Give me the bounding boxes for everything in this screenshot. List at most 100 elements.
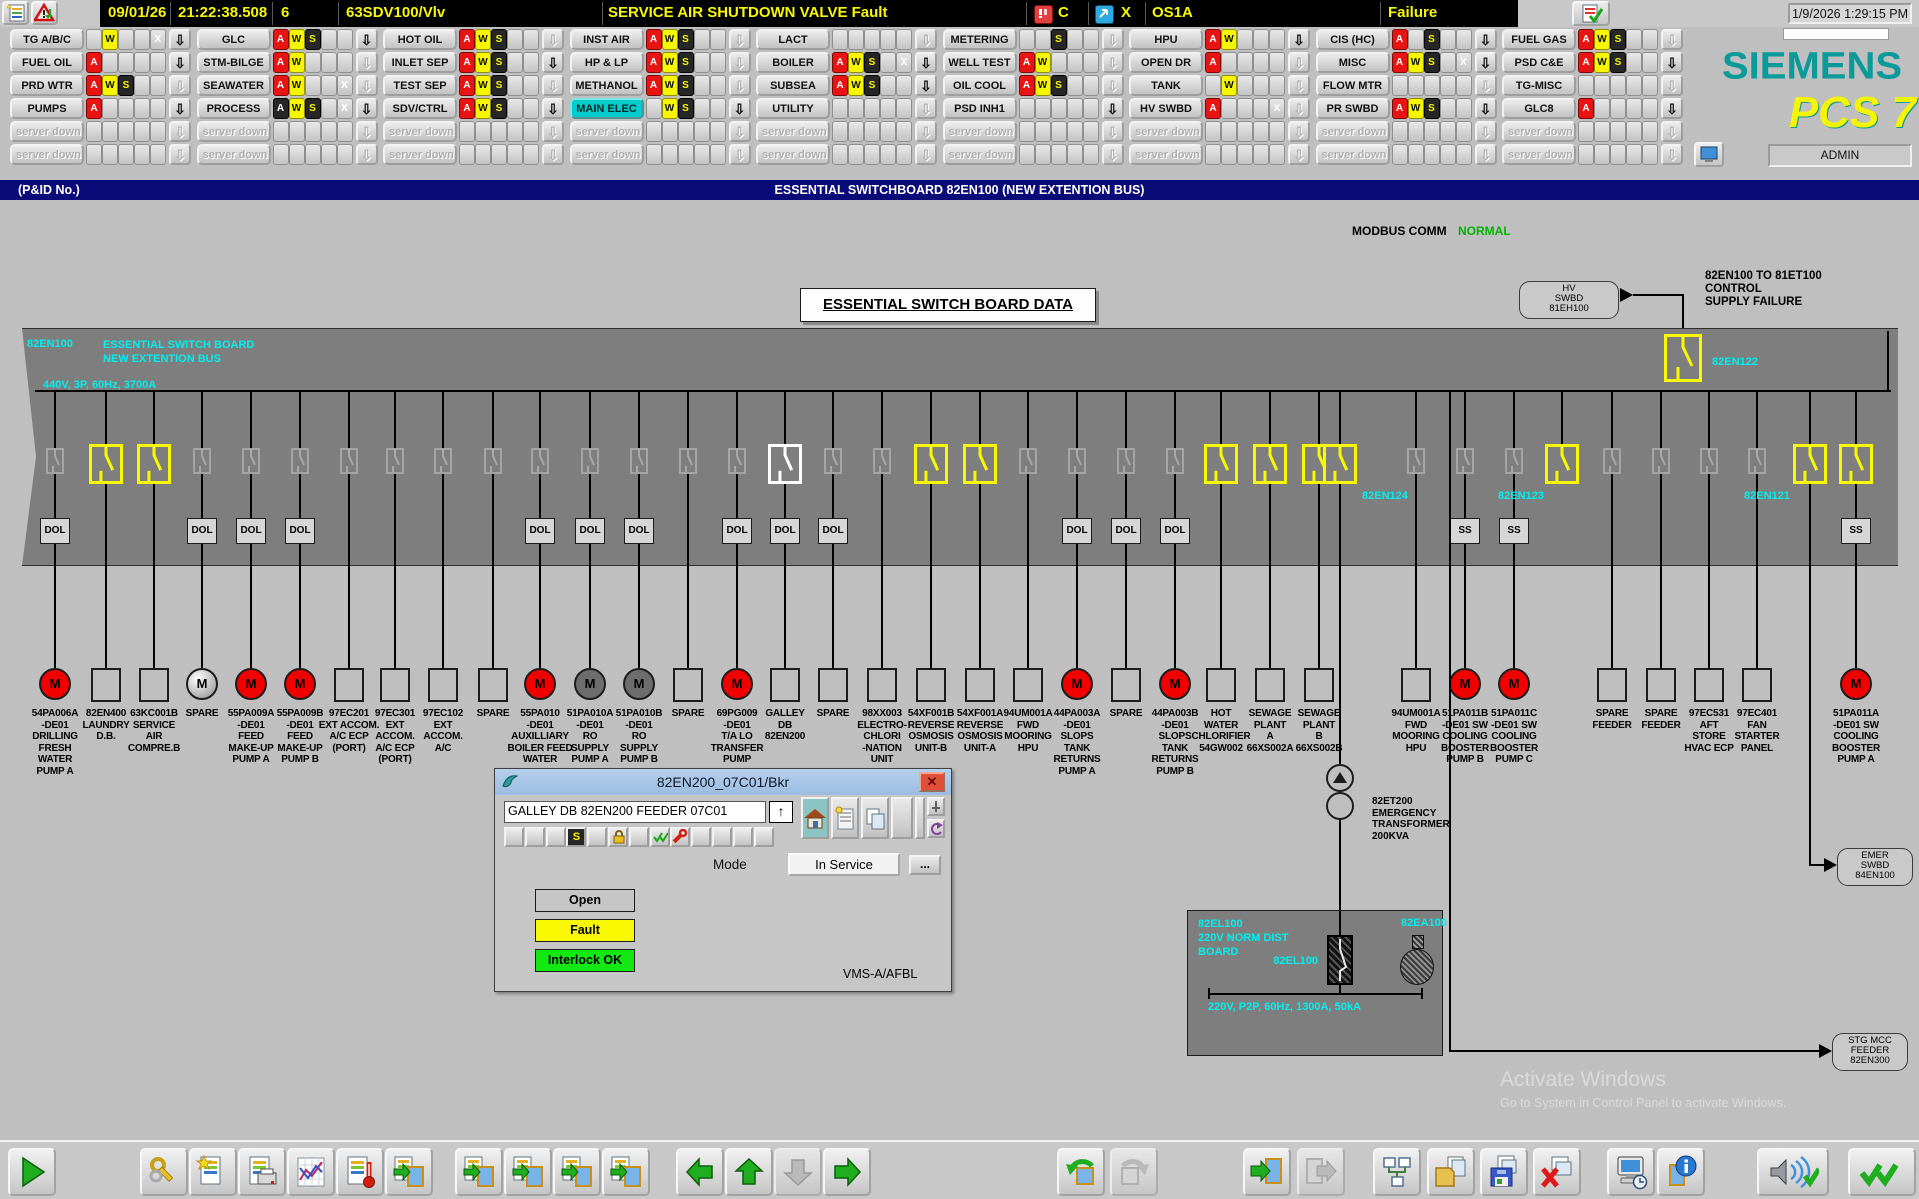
run-button[interactable] [8,1148,56,1196]
feeder-breaker-19[interactable] [914,444,948,484]
computer-clock-button[interactable] [1607,1148,1655,1196]
feeder-breaker-26[interactable] [1253,444,1287,484]
copy-view-button[interactable] [861,797,889,839]
goto-picture-arrow-button[interactable]: ⇩ [1288,98,1310,119]
starter-dol[interactable]: DOL [40,518,70,544]
goto-picture-arrow-button[interactable]: ⇩ [728,52,751,73]
grid-label-stm-bilge[interactable]: STM-BILGE [196,52,271,73]
goto-picture-arrow-button[interactable]: ⇩ [915,52,937,73]
feeder-box-symbol[interactable] [916,668,946,702]
goto-picture-arrow-button[interactable]: ⇩ [542,29,564,50]
grid-label-server-down-4-6[interactable]: server down [1129,121,1203,142]
grid-label-tank[interactable]: TANK [1129,75,1203,96]
motor-symbol[interactable]: M [235,668,267,700]
alarm-message-line[interactable]: 09/01/26 21:22:38.508 6 63SDV100/Vlv SER… [100,0,1518,27]
pic-nav-3-button[interactable] [504,1148,552,1196]
home-view-button[interactable] [801,797,829,839]
goto-picture-arrow-button[interactable]: ⇩ [728,98,751,119]
save-button[interactable] [1480,1148,1528,1196]
goto-picture-arrow-button[interactable]: ⇩ [1661,98,1683,119]
goto-picture-arrow-button[interactable]: ⇩ [1288,52,1310,73]
pic-nav-5-button[interactable] [602,1148,650,1196]
motor-symbol[interactable]: M [1061,668,1093,700]
goto-picture-arrow-button[interactable]: ⇩ [1288,29,1310,50]
goto-picture-arrow-button[interactable]: ⇩ [1474,29,1497,50]
grid-label-utility[interactable]: UTILITY [756,98,830,119]
grid-label-methanol[interactable]: METHANOL [569,75,644,96]
pic-nav-2-button[interactable] [455,1148,503,1196]
pin-button[interactable] [927,797,945,816]
starter-dol[interactable]: DOL [1111,518,1141,544]
motor-symbol[interactable]: M [721,668,753,700]
grid-label-flow-mtr[interactable]: FLOW MTR [1315,75,1390,96]
grid-label-pumps[interactable]: PUMPS [10,98,84,119]
feeder-breaker-14[interactable] [679,448,697,474]
motor-symbol[interactable]: M [1449,668,1481,700]
tie-breaker-82en123[interactable] [1545,444,1579,484]
goto-picture-arrow-button[interactable]: ⇩ [1661,52,1683,73]
feeder-box-symbol[interactable] [818,668,848,702]
grid-label-subsea[interactable]: SUBSEA [756,75,830,96]
grid-label-inlet-sep[interactable]: INLET SEP [383,52,457,73]
grid-label-process[interactable]: PROCESS [196,98,271,119]
grid-label-tg-misc[interactable]: TG-MISC [1502,75,1576,96]
tie-breaker-82en124[interactable] [1323,444,1357,484]
hv-swbd-ref[interactable]: HV SWBD 81EH100 [1519,281,1619,319]
grid-label-metering[interactable]: METERING [942,29,1017,50]
feeder-box-symbol[interactable] [1013,668,1043,702]
alarm-list-button[interactable] [2,1,29,25]
feeder-tag-field[interactable]: GALLEY DB 82EN200 FEEDER 07C01 [504,801,766,823]
print-report-button[interactable] [238,1148,286,1196]
feeder-breaker-16[interactable] [768,444,802,484]
dialog-close-button[interactable]: ✕ [919,772,945,792]
motor-symbol[interactable]: M [39,668,71,700]
pic-nav-1-button[interactable] [385,1148,433,1196]
motor-symbol[interactable]: M [1159,668,1191,700]
feeder-box-symbol[interactable] [1206,668,1236,702]
starter-dol[interactable]: DOL [187,518,217,544]
goto-picture-arrow-button[interactable]: ⇩ [169,98,191,119]
starter-dol[interactable]: DOL [575,518,605,544]
breaker-82en122[interactable] [1664,334,1702,382]
user-session-button[interactable] [1694,142,1724,167]
feeder-breaker-24[interactable] [1166,448,1184,474]
goto-picture-arrow-button[interactable]: ⇩ [1661,75,1683,96]
grid-label-inst-air[interactable]: INST AIR [569,29,644,50]
feeder-breaker-32[interactable] [1652,448,1670,474]
feeder-box-symbol[interactable] [1742,668,1772,702]
grid-label-fuel-gas[interactable]: FUEL GAS [1502,29,1576,50]
goto-picture-arrow-button[interactable]: ⇩ [1101,75,1124,96]
delete-button[interactable] [1533,1148,1581,1196]
arrow-right-button[interactable] [823,1148,871,1196]
starter-dol[interactable]: DOL [236,518,266,544]
grid-label-server-down-4-7[interactable]: server down [1315,121,1390,142]
grid-label-server-down-5-6[interactable]: server down [1129,144,1203,165]
grid-label-server-down-5-5[interactable]: server down [942,144,1017,165]
stg-mcc-ref[interactable]: STG MCC FEEDER 82EN300 [1832,1033,1908,1071]
feeder-breaker-31[interactable] [1603,448,1621,474]
starter-dol[interactable]: DOL [818,518,848,544]
goto-picture-arrow-button[interactable]: ⇩ [1474,52,1497,73]
grid-label-tg-a-b-c[interactable]: TG A/B/C [10,29,84,50]
feeder-box-symbol[interactable] [1694,668,1724,702]
feeder-box-symbol[interactable] [673,668,703,702]
goto-picture-arrow-button[interactable]: ⇩ [915,98,937,119]
enter-screen-button[interactable] [1243,1148,1291,1196]
status-button-open[interactable]: Open [535,889,635,912]
grid-label-boiler[interactable]: BOILER [756,52,830,73]
emer-swbd-ref[interactable]: EMER SWBD 84EN100 [1837,848,1913,886]
feeder-breaker-10[interactable] [484,448,502,474]
grid-label-psd-c-e[interactable]: PSD C&E [1502,52,1576,73]
grid-label-seawater[interactable]: SEAWATER [196,75,271,96]
grid-label-pr-swbd[interactable]: PR SWBD [1315,98,1390,119]
grid-label-psd-inh1[interactable]: PSD INH1 [942,98,1017,119]
feeder-box-symbol[interactable] [478,668,508,702]
grid-label-oil-cool[interactable]: OIL COOL [942,75,1017,96]
feeder-breaker-28[interactable] [1407,448,1425,474]
feeder-breaker-11[interactable] [531,448,549,474]
grid-label-server-down-4-8[interactable]: server down [1502,121,1576,142]
key-button[interactable] [140,1148,188,1196]
feeder-breaker-2[interactable] [89,444,123,484]
feeder-box-symbol[interactable] [867,668,897,702]
goto-picture-arrow-button[interactable]: ⇩ [1101,29,1124,50]
